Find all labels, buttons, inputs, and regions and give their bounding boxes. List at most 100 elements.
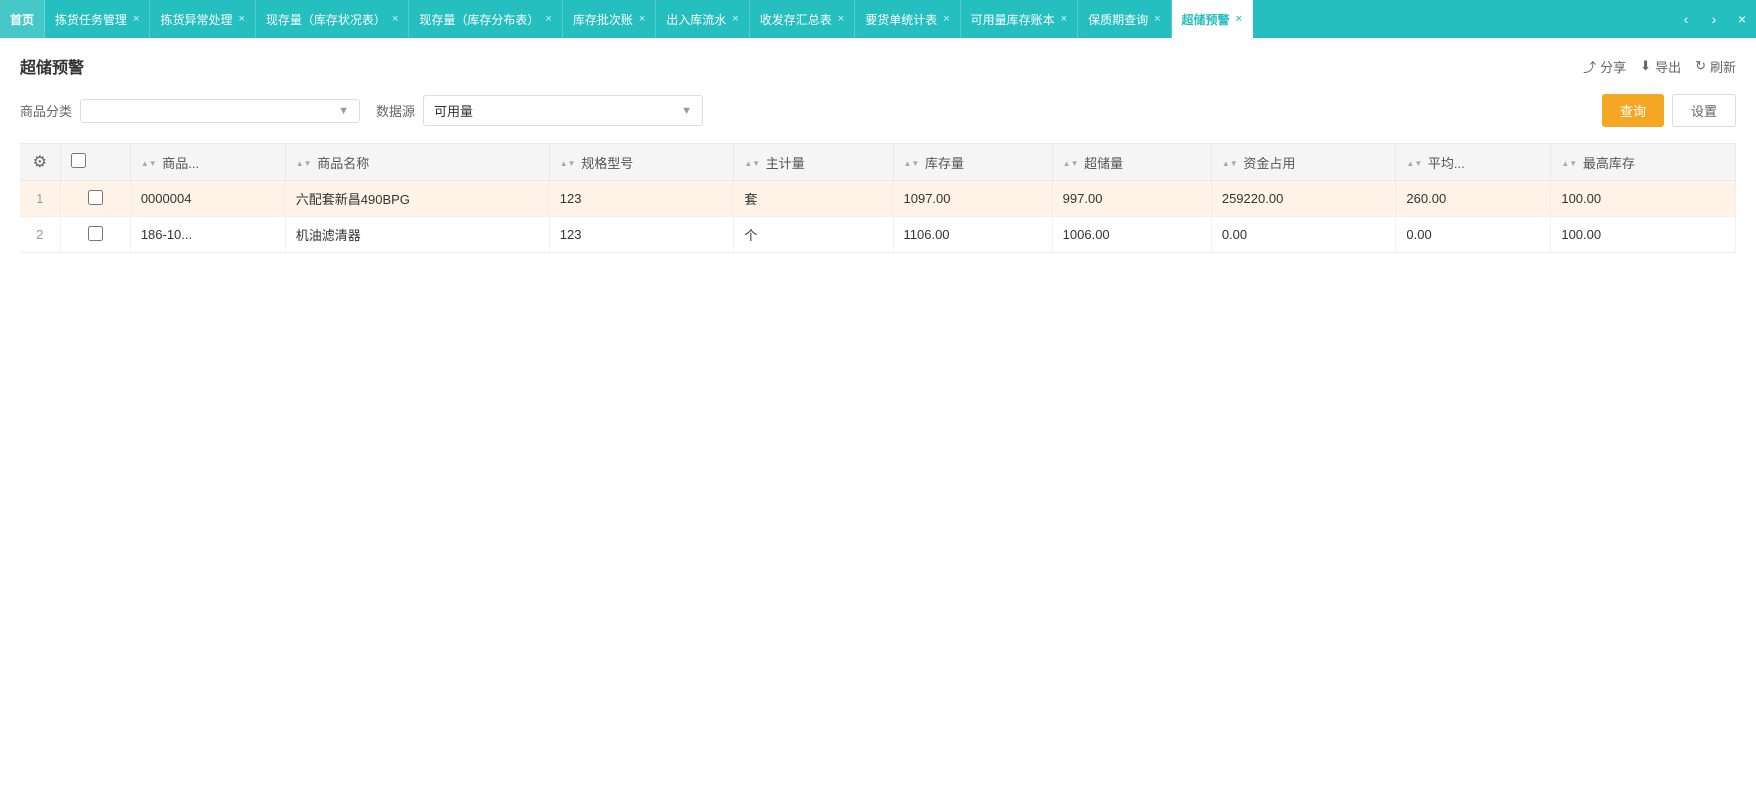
cell-product-code: 186-10... [130,217,285,253]
col-unit[interactable]: ▲▼ 主计量 [734,144,893,181]
category-select[interactable]: ▼ [80,99,360,123]
cell-stock: 1097.00 [893,181,1052,217]
cell-unit: 个 [734,217,893,253]
chevron-down-icon: ▼ [338,105,349,117]
cell-max-stock: 100.00 [1551,181,1736,217]
row-checkbox-cell[interactable] [60,181,130,217]
sort-icon: ▲▼ [141,160,157,168]
export-icon: ⬇ [1640,58,1651,74]
page-title: 超储预警 [20,54,84,78]
export-button[interactable]: ⬇ 导出 [1640,57,1681,76]
col-product-name[interactable]: ▲▼ 商品名称 [285,144,549,181]
close-icon[interactable]: × [545,13,551,25]
nav-next-button[interactable]: › [1700,0,1728,38]
refresh-icon: ↻ [1695,58,1706,74]
cell-avg: 0.00 [1396,217,1551,253]
close-icon[interactable]: × [943,13,949,25]
close-icon[interactable]: × [838,13,844,25]
cell-stock: 1106.00 [893,217,1052,253]
nav-tab-collect[interactable]: 收发存汇总表 × [750,0,855,38]
col-capital[interactable]: ▲▼ 资金占用 [1211,144,1396,181]
close-icon[interactable]: × [1236,13,1242,25]
row-checkbox[interactable] [88,190,103,205]
filter-area: 商品分类 ▼ 数据源 可用量 ▼ 查询 设置 [20,94,1736,127]
page-content: 超储预警 ⤴ 分享 ⬇ 导出 ↻ 刷新 商品分类 ▼ 数据源 [0,38,1756,800]
sort-icon: ▲▼ [1063,160,1079,168]
refresh-button[interactable]: ↻ 刷新 [1695,57,1736,76]
close-icon[interactable]: × [1154,13,1160,25]
checkbox-header[interactable] [60,144,130,181]
cell-spec: 123 [549,217,734,253]
nav-tab-batch[interactable]: 库存批次账 × [563,0,656,38]
nav-close-button[interactable]: × [1728,0,1756,38]
nav-tab-abnormal[interactable]: 拣货异常处理 × [150,0,255,38]
table-row: 1 0000004 六配套新昌490BPG 123 套 1097.00 997.… [20,181,1736,217]
close-icon[interactable]: × [639,13,645,25]
nav-tab-avail-ledger[interactable]: 可用量库存账本 × [961,0,1078,38]
close-icon[interactable]: × [392,13,398,25]
col-avg[interactable]: ▲▼ 平均... [1396,144,1551,181]
sort-icon: ▲▼ [1406,160,1422,168]
col-max-stock[interactable]: ▲▼ 最高库存 [1551,144,1736,181]
data-table: ⚙ ▲▼ 商品... ▲▼ 商品名称 ▲▼ 规格型号 ▲▼ [20,143,1736,253]
close-icon[interactable]: × [1061,13,1067,25]
sort-icon: ▲▼ [1561,160,1577,168]
row-index: 2 [20,217,60,253]
close-icon[interactable]: × [133,13,139,25]
datasource-select-value: 可用量 [434,101,473,120]
close-icon[interactable]: × [732,13,738,25]
col-overstock[interactable]: ▲▼ 超储量 [1052,144,1211,181]
cell-overstock: 997.00 [1052,181,1211,217]
chevron-down-icon: ▼ [681,105,692,117]
filter-actions: 查询 设置 [1602,94,1736,127]
datasource-filter-group: 数据源 可用量 ▼ [376,95,703,126]
share-icon: ⤴ [1583,57,1596,76]
top-navigation: 首页 拣货任务管理 × 拣货异常处理 × 现存量（库存状况表） × 现存量（库存… [0,0,1756,38]
nav-tab-task[interactable]: 拣货任务管理 × [45,0,150,38]
nav-tab-order-stat[interactable]: 要货单统计表 × [855,0,960,38]
datasource-select[interactable]: 可用量 ▼ [423,95,703,126]
cell-max-stock: 100.00 [1551,217,1736,253]
header-actions: ⤴ 分享 ⬇ 导出 ↻ 刷新 [1583,57,1736,76]
nav-tab-home[interactable]: 首页 [0,0,45,38]
cell-product-name: 机油滤清器 [285,217,549,253]
col-stock[interactable]: ▲▼ 库存量 [893,144,1052,181]
nav-arrows: ‹ › × [1672,0,1756,38]
nav-tab-stock-status[interactable]: 现存量（库存状况表） × [256,0,409,38]
cell-product-code: 0000004 [130,181,285,217]
select-all-checkbox[interactable] [71,153,86,168]
col-product-code[interactable]: ▲▼ 商品... [130,144,285,181]
nav-tab-stock-dist[interactable]: 现存量（库存分布表） × [409,0,562,38]
settings-button[interactable]: 设置 [1672,94,1736,127]
nav-tab-overstock[interactable]: 超储预警 × [1172,0,1253,38]
row-index: 1 [20,181,60,217]
sort-icon: ▲▼ [1222,160,1238,168]
category-label: 商品分类 [20,101,72,120]
sort-icon: ▲▼ [560,160,576,168]
row-checkbox-cell[interactable] [60,217,130,253]
cell-spec: 123 [549,181,734,217]
table-row: 2 186-10... 机油滤清器 123 个 1106.00 1006.00 … [20,217,1736,253]
category-filter-group: 商品分类 ▼ [20,99,360,123]
nav-tab-quality[interactable]: 保质期查询 × [1078,0,1171,38]
cell-unit: 套 [734,181,893,217]
row-checkbox[interactable] [88,226,103,241]
cell-avg: 260.00 [1396,181,1551,217]
gear-header[interactable]: ⚙ [20,144,60,181]
nav-tab-inout[interactable]: 出入库流水 × [656,0,749,38]
col-spec[interactable]: ▲▼ 规格型号 [549,144,734,181]
cell-capital: 259220.00 [1211,181,1396,217]
table-header-row: ⚙ ▲▼ 商品... ▲▼ 商品名称 ▲▼ 规格型号 ▲▼ [20,144,1736,181]
cell-capital: 0.00 [1211,217,1396,253]
page-header: 超储预警 ⤴ 分享 ⬇ 导出 ↻ 刷新 [20,54,1736,78]
nav-prev-button[interactable]: ‹ [1672,0,1700,38]
datasource-label: 数据源 [376,101,415,120]
query-button[interactable]: 查询 [1602,94,1664,127]
sort-icon: ▲▼ [296,160,312,168]
cell-overstock: 1006.00 [1052,217,1211,253]
gear-icon[interactable]: ⚙ [33,154,47,171]
sort-icon: ▲▼ [744,160,760,168]
share-button[interactable]: ⤴ 分享 [1583,57,1626,76]
cell-product-name: 六配套新昌490BPG [285,181,549,217]
close-icon[interactable]: × [238,13,244,25]
